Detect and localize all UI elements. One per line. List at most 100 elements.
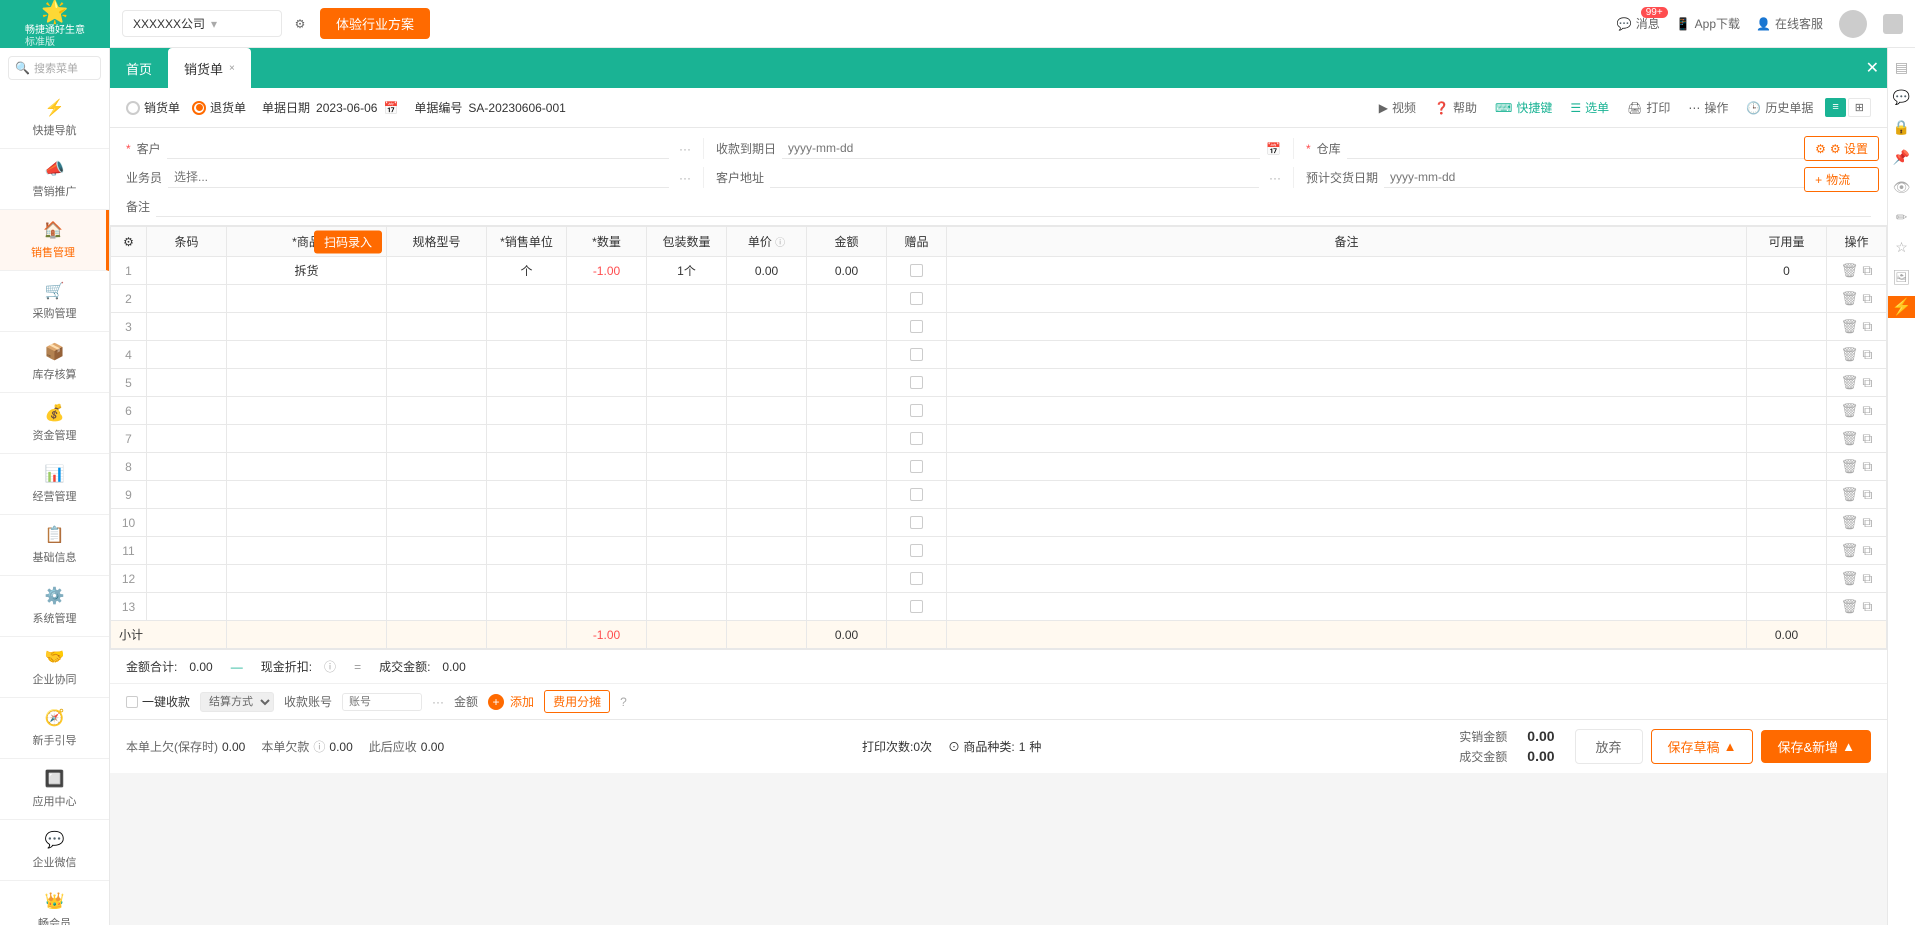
- warehouse-input[interactable]: 建材仓: [1347, 138, 1849, 159]
- one-click-checkbox[interactable]: [126, 696, 138, 708]
- sidebar-item-quick-nav[interactable]: ⚡ 快捷导航: [0, 88, 109, 149]
- print-button[interactable]: 🖨 打印: [1621, 96, 1676, 119]
- user-menu-icon[interactable]: [1883, 14, 1903, 34]
- delete-row-icon[interactable]: 🗑: [1841, 570, 1859, 587]
- sidebar-item-system[interactable]: ⚙️ 系统管理: [0, 576, 109, 637]
- delete-row-icon[interactable]: 🗑: [1841, 262, 1859, 279]
- account-input[interactable]: [342, 693, 422, 711]
- rp-pin-icon[interactable]: 📌: [1891, 146, 1913, 168]
- delete-row-icon[interactable]: 🗑: [1841, 290, 1859, 307]
- salesperson-input[interactable]: [168, 167, 669, 188]
- date-value[interactable]: 2023-06-06: [316, 101, 377, 115]
- col-setting[interactable]: ⚙: [111, 227, 147, 257]
- tab-close-button[interactable]: ×: [229, 63, 235, 74]
- online-service-button[interactable]: 👤 在线客服: [1756, 15, 1823, 32]
- price-info-icon[interactable]: ⓘ: [775, 238, 785, 249]
- sidebar-item-inventory[interactable]: 📦 库存核算: [0, 332, 109, 393]
- rp-lock-icon[interactable]: 🔒: [1891, 116, 1913, 138]
- sidebar-item-guide[interactable]: 🧭 新手引导: [0, 698, 109, 759]
- cell-unit[interactable]: 个: [487, 257, 567, 285]
- delete-row-icon[interactable]: 🗑: [1841, 598, 1859, 615]
- copy-row-icon[interactable]: ⧉: [1862, 598, 1872, 615]
- copy-row-icon[interactable]: ⧉: [1862, 318, 1872, 335]
- sidebar-item-finance[interactable]: 💰 资金管理: [0, 393, 109, 454]
- scan-button[interactable]: 扫码录入: [314, 230, 382, 253]
- dots-icon[interactable]: ···: [432, 695, 444, 709]
- owed-help-icon[interactable]: ⓘ: [313, 738, 325, 755]
- payment-due-input[interactable]: [782, 138, 1260, 159]
- video-button[interactable]: ▶ 视频: [1373, 96, 1422, 119]
- copy-row-icon[interactable]: ⧉: [1862, 402, 1872, 419]
- delete-row-icon[interactable]: 🗑: [1841, 542, 1859, 559]
- customer-input[interactable]: [167, 138, 669, 159]
- settings-icon[interactable]: ⚙: [290, 14, 310, 34]
- rp-image-icon[interactable]: 🖼: [1891, 266, 1913, 288]
- add-payment-button[interactable]: +: [488, 694, 504, 710]
- delete-row-icon[interactable]: 🗑: [1841, 514, 1859, 531]
- shortcut-button[interactable]: ⌨ 快捷键: [1489, 96, 1558, 119]
- cell-spec[interactable]: [387, 257, 487, 285]
- cell-goods[interactable]: 拆货: [227, 257, 387, 285]
- calendar-icon[interactable]: 📅: [383, 101, 398, 115]
- sidebar-item-purchase[interactable]: 🛒 采购管理: [0, 271, 109, 332]
- delete-row-icon[interactable]: 🗑: [1841, 402, 1859, 419]
- tab-close-window[interactable]: ✕: [1866, 58, 1879, 78]
- cell-amount[interactable]: 0.00: [807, 257, 887, 285]
- tab-sales-order[interactable]: 销货单 ×: [168, 48, 251, 88]
- copy-row-icon[interactable]: ⧉: [1862, 570, 1872, 587]
- tab-home[interactable]: 首页: [110, 48, 168, 88]
- card-view-button[interactable]: ⊞: [1848, 98, 1871, 117]
- copy-row-icon[interactable]: ⧉: [1862, 542, 1872, 559]
- sidebar-item-member[interactable]: 👑 畅会员: [0, 881, 109, 925]
- rp-edit-icon[interactable]: ✏: [1891, 206, 1913, 228]
- copy-row-icon[interactable]: ⧉: [1862, 290, 1872, 307]
- rp-star-icon[interactable]: ☆: [1891, 236, 1913, 258]
- trial-button[interactable]: 体验行业方案: [320, 8, 430, 39]
- history-button[interactable]: 🕒 历史单据: [1740, 96, 1819, 119]
- app-download-button[interactable]: 📱 App下载: [1676, 15, 1740, 32]
- sidebar-item-marketing[interactable]: 📣 营销推广: [0, 149, 109, 210]
- delete-row-icon[interactable]: 🗑: [1841, 318, 1859, 335]
- addr-dots[interactable]: ···: [1269, 171, 1281, 185]
- payment-calendar-icon[interactable]: 📅: [1266, 142, 1281, 156]
- copy-row-icon[interactable]: ⧉: [1862, 430, 1872, 447]
- sidebar-item-ops[interactable]: 📊 经营管理: [0, 454, 109, 515]
- search-label[interactable]: 搜索菜单: [34, 60, 78, 76]
- avatar[interactable]: [1839, 10, 1867, 38]
- rp-table-view-icon[interactable]: ▤: [1891, 56, 1913, 78]
- sidebar-item-weixin[interactable]: 💬 企业微信: [0, 820, 109, 881]
- company-selector[interactable]: XXXXXX公司 ▾: [122, 10, 282, 37]
- logistics-button[interactable]: + 物流: [1804, 167, 1879, 192]
- delete-row-icon[interactable]: 🗑: [1841, 374, 1859, 391]
- copy-row-icon[interactable]: ⧉: [1862, 374, 1872, 391]
- save-draft-button[interactable]: 保存草稿 ▲: [1651, 729, 1754, 764]
- copy-row-icon[interactable]: ⧉: [1862, 346, 1872, 363]
- expense-help-icon[interactable]: ?: [620, 695, 627, 709]
- delete-row-icon[interactable]: 🗑: [1841, 430, 1859, 447]
- save-draft-chevron[interactable]: ▲: [1724, 739, 1737, 754]
- message-button[interactable]: 💬 消息 99+: [1617, 15, 1660, 32]
- delete-row-icon[interactable]: 🗑: [1841, 458, 1859, 475]
- copy-row-icon[interactable]: ⧉: [1862, 486, 1872, 503]
- list-view-button[interactable]: ≡: [1825, 98, 1845, 117]
- rp-action-icon[interactable]: ⚡: [1888, 296, 1915, 318]
- sidebar-item-basic[interactable]: 📋 基础信息: [0, 515, 109, 576]
- customer-dots[interactable]: ···: [679, 142, 691, 156]
- rp-chat-icon[interactable]: 💬: [1891, 86, 1913, 108]
- discard-button[interactable]: 放弃: [1575, 729, 1643, 764]
- help-icon-footer[interactable]: ⓘ: [324, 658, 336, 675]
- radio-return-order[interactable]: 退货单: [192, 99, 246, 116]
- copy-row-icon[interactable]: ⧉: [1862, 514, 1872, 531]
- expense-split-button[interactable]: 费用分摊: [544, 690, 610, 713]
- save-new-chevron[interactable]: ▲: [1842, 739, 1855, 754]
- copy-row-icon[interactable]: ⧉: [1862, 458, 1872, 475]
- cell-remarks[interactable]: [947, 257, 1747, 285]
- radio-sales-order[interactable]: 销货单: [126, 99, 180, 116]
- cell-barcode[interactable]: [147, 257, 227, 285]
- delete-row-icon[interactable]: 🗑: [1841, 346, 1859, 363]
- copy-row-icon[interactable]: ⧉: [1862, 262, 1872, 279]
- sidebar-item-sales[interactable]: 🏠 销售管理: [0, 210, 109, 271]
- one-click-payment[interactable]: 一键收款: [126, 693, 190, 710]
- code-value[interactable]: SA-20230606-001: [468, 101, 565, 115]
- sidebar-item-collab[interactable]: 🤝 企业协同: [0, 637, 109, 698]
